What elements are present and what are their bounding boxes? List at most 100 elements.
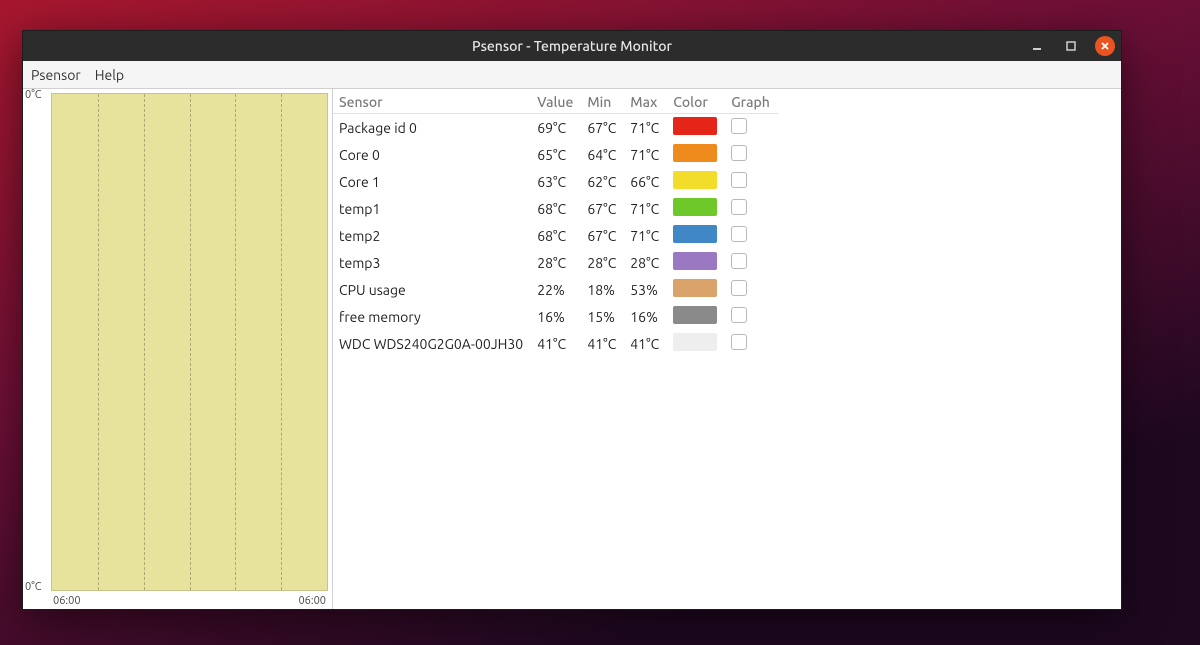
col-color[interactable]: Color [667, 91, 725, 114]
sensor-min: 28°C [581, 249, 624, 276]
color-swatch[interactable] [673, 225, 717, 243]
sensor-table-pane[interactable]: Sensor Value Min Max Color Graph Package… [333, 89, 1121, 609]
chart-canvas[interactable] [51, 93, 328, 591]
table-row[interactable]: temp268°C67°C71°C [333, 222, 778, 249]
chart-body: 0°C 0°C 06:00 06:00 [23, 89, 332, 609]
graph-checkbox[interactable] [731, 145, 747, 161]
menubar: Psensor Help [23, 61, 1121, 89]
sensor-graph [725, 195, 778, 222]
sensor-color [667, 195, 725, 222]
col-sensor[interactable]: Sensor [333, 91, 531, 114]
window-title: Psensor - Temperature Monitor [472, 38, 672, 54]
sensor-name: temp3 [333, 249, 531, 276]
table-row[interactable]: CPU usage22%18%53% [333, 276, 778, 303]
sensor-value: 68°C [531, 222, 581, 249]
sensor-name: temp2 [333, 222, 531, 249]
table-row[interactable]: Core 163°C62°C66°C [333, 168, 778, 195]
color-swatch[interactable] [673, 117, 717, 135]
graph-checkbox[interactable] [731, 334, 747, 350]
graph-checkbox[interactable] [731, 118, 747, 134]
maximize-icon [1065, 40, 1077, 52]
col-value[interactable]: Value [531, 91, 581, 114]
sensor-name: Core 0 [333, 141, 531, 168]
x-axis-left-label: 06:00 [53, 595, 81, 607]
sensor-table: Sensor Value Min Max Color Graph Package… [333, 91, 778, 357]
col-min[interactable]: Min [581, 91, 624, 114]
graph-checkbox[interactable] [731, 307, 747, 323]
sensor-color [667, 168, 725, 195]
sensor-max: 71°C [624, 141, 667, 168]
sensor-graph [725, 276, 778, 303]
sensor-max: 71°C [624, 114, 667, 142]
sensor-color [667, 222, 725, 249]
close-button[interactable] [1095, 36, 1115, 56]
sensor-max: 28°C [624, 249, 667, 276]
table-row[interactable]: temp328°C28°C28°C [333, 249, 778, 276]
y-axis-top-label: 0°C [25, 89, 42, 101]
table-row[interactable]: temp168°C67°C71°C [333, 195, 778, 222]
color-swatch[interactable] [673, 333, 717, 351]
sensor-graph [725, 222, 778, 249]
table-header-row: Sensor Value Min Max Color Graph [333, 91, 778, 114]
col-graph[interactable]: Graph [725, 91, 778, 114]
table-row[interactable]: WDC WDS240G2G0A-00JH3041°C41°C41°C [333, 330, 778, 357]
color-swatch[interactable] [673, 144, 717, 162]
sensor-color [667, 114, 725, 142]
sensor-min: 67°C [581, 222, 624, 249]
sensor-graph [725, 114, 778, 142]
sensor-color [667, 303, 725, 330]
content-area: 0°C 0°C 06:00 06:00 Sensor Value [23, 89, 1121, 609]
sensor-min: 62°C [581, 168, 624, 195]
sensor-max: 71°C [624, 222, 667, 249]
sensor-value: 65°C [531, 141, 581, 168]
app-window: Psensor - Temperature Monitor Psensor He… [22, 30, 1122, 610]
table-row[interactable]: free memory16%15%16% [333, 303, 778, 330]
sensor-color [667, 276, 725, 303]
titlebar[interactable]: Psensor - Temperature Monitor [23, 31, 1121, 61]
x-axis-right-label: 06:00 [298, 595, 326, 607]
sensor-value: 28°C [531, 249, 581, 276]
sensor-name: temp1 [333, 195, 531, 222]
sensor-max: 41°C [624, 330, 667, 357]
sensor-name: CPU usage [333, 276, 531, 303]
sensor-max: 71°C [624, 195, 667, 222]
color-swatch[interactable] [673, 306, 717, 324]
menu-help[interactable]: Help [95, 67, 124, 83]
sensor-color [667, 141, 725, 168]
sensor-min: 18% [581, 276, 624, 303]
sensor-max: 53% [624, 276, 667, 303]
color-swatch[interactable] [673, 198, 717, 216]
graph-checkbox[interactable] [731, 172, 747, 188]
sensor-name: Core 1 [333, 168, 531, 195]
sensor-min: 15% [581, 303, 624, 330]
minimize-button[interactable] [1027, 36, 1047, 56]
sensor-min: 67°C [581, 114, 624, 142]
sensor-name: WDC WDS240G2G0A-00JH30 [333, 330, 531, 357]
sensor-graph [725, 303, 778, 330]
sensor-max: 16% [624, 303, 667, 330]
table-row[interactable]: Core 065°C64°C71°C [333, 141, 778, 168]
graph-checkbox[interactable] [731, 253, 747, 269]
minimize-icon [1031, 40, 1043, 52]
sensor-graph [725, 249, 778, 276]
sensor-graph [725, 141, 778, 168]
menu-psensor[interactable]: Psensor [31, 67, 81, 83]
color-swatch[interactable] [673, 252, 717, 270]
color-swatch[interactable] [673, 171, 717, 189]
sensor-value: 22% [531, 276, 581, 303]
sensor-value: 68°C [531, 195, 581, 222]
graph-checkbox[interactable] [731, 226, 747, 242]
color-swatch[interactable] [673, 279, 717, 297]
window-controls [1027, 31, 1115, 61]
sensor-min: 41°C [581, 330, 624, 357]
graph-checkbox[interactable] [731, 280, 747, 296]
sensor-value: 16% [531, 303, 581, 330]
sensor-value: 41°C [531, 330, 581, 357]
sensor-min: 67°C [581, 195, 624, 222]
sensor-graph [725, 330, 778, 357]
col-max[interactable]: Max [624, 91, 667, 114]
maximize-button[interactable] [1061, 36, 1081, 56]
sensor-name: free memory [333, 303, 531, 330]
table-row[interactable]: Package id 069°C67°C71°C [333, 114, 778, 142]
graph-checkbox[interactable] [731, 199, 747, 215]
